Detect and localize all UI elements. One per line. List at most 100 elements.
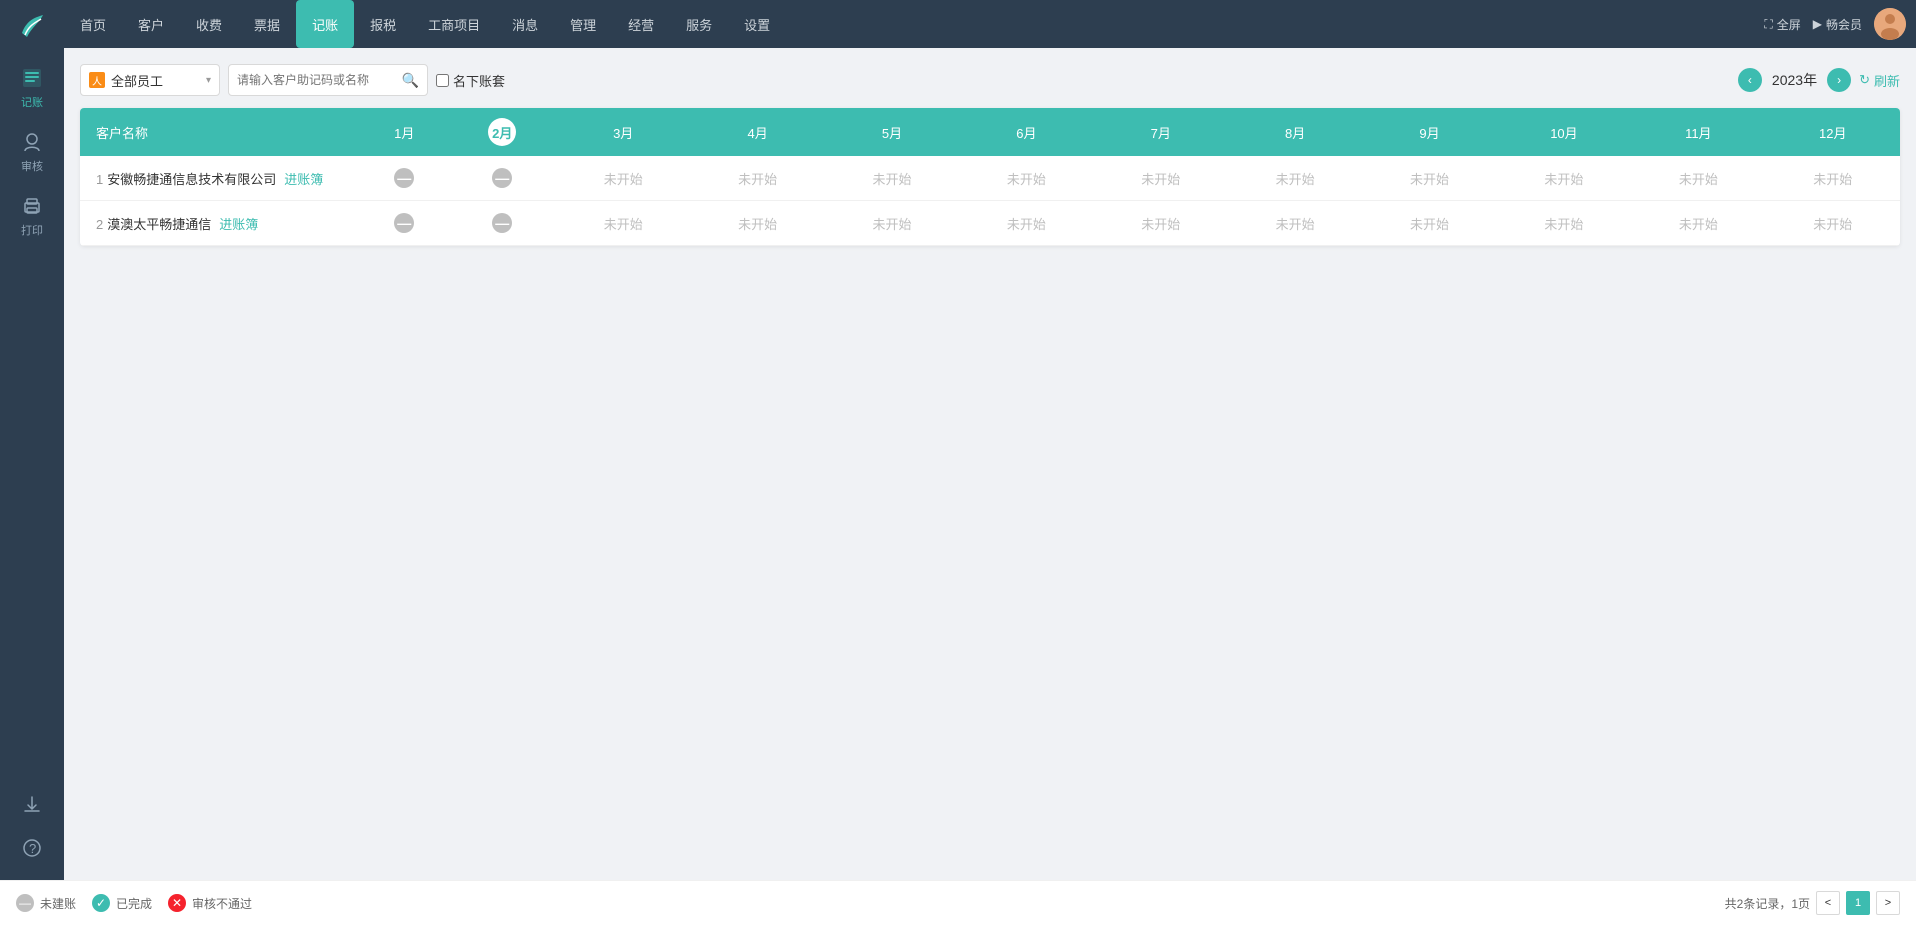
nav-item-经营[interactable]: 经营 xyxy=(612,0,670,48)
status-not-started: 未开始 xyxy=(1813,172,1852,187)
next-page-button[interactable]: > xyxy=(1876,891,1900,915)
main-layout: 记账 审核 打印 xyxy=(0,48,1916,880)
month-status-cell: 未开始 xyxy=(1094,156,1228,201)
refresh-label: 刷新 xyxy=(1874,71,1900,90)
status-dash-icon: — xyxy=(492,213,512,233)
prev-year-button[interactable]: ‹ xyxy=(1738,68,1762,92)
sidebar-label-audit: 审核 xyxy=(21,158,43,174)
nav-item-客户[interactable]: 客户 xyxy=(122,0,180,48)
nav-item-报税[interactable]: 报税 xyxy=(354,0,412,48)
user-avatar[interactable] xyxy=(1874,8,1906,40)
month-status-cell: 未开始 xyxy=(1228,156,1362,201)
month-status-cell: — xyxy=(360,201,449,246)
status-not-started: 未开始 xyxy=(1679,172,1718,187)
sidebar-item-ledger[interactable]: 记账 xyxy=(0,56,64,120)
top-navigation: 首页客户收费票据记账报税工商项目消息管理经营服务设置 ⛶ 全屏 ▶ 畅会员 xyxy=(0,0,1916,48)
legend-dot: ✓ xyxy=(92,894,110,912)
legend-label: 审核不通过 xyxy=(192,895,252,912)
search-icon[interactable]: 🔍 xyxy=(402,72,419,89)
month-status-cell: 未开始 xyxy=(1497,201,1631,246)
search-input[interactable] xyxy=(237,73,396,87)
my-accounts-label: 名下账套 xyxy=(453,71,505,90)
status-not-started: 未开始 xyxy=(1544,217,1583,232)
print-icon xyxy=(18,194,46,218)
status-not-started: 未开始 xyxy=(872,172,911,187)
table-row: 1安徽畅捷通信息技术有限公司进账簿——未开始未开始未开始未开始未开始未开始未开始… xyxy=(80,156,1900,201)
col-month-9月: 9月 xyxy=(1362,108,1496,156)
enter-book-link[interactable]: 进账簿 xyxy=(219,217,258,232)
prev-page-button[interactable]: < xyxy=(1816,891,1840,915)
help-icon: ? xyxy=(18,836,46,860)
month-status-cell: 未开始 xyxy=(825,201,959,246)
ledger-icon xyxy=(18,66,46,90)
sidebar-item-print[interactable]: 打印 xyxy=(0,184,64,248)
month-status-cell: 未开始 xyxy=(1631,156,1765,201)
next-year-button[interactable]: › xyxy=(1827,68,1851,92)
status-not-started: 未开始 xyxy=(738,172,777,187)
col-month-5月: 5月 xyxy=(825,108,959,156)
status-not-started: 未开始 xyxy=(1007,217,1046,232)
year-label: 2023年 xyxy=(1772,70,1817,90)
nav-item-收费[interactable]: 收费 xyxy=(180,0,238,48)
accounts-table-container: 客户名称1月2月3月4月5月6月7月8月9月10月11月12月 1安徽畅捷通信息… xyxy=(80,108,1900,246)
my-accounts-checkbox-wrap[interactable]: 名下账套 xyxy=(436,71,505,90)
month-status-cell: 未开始 xyxy=(1766,201,1900,246)
sidebar-item-download[interactable] xyxy=(0,782,64,826)
legend-dot: ✕ xyxy=(168,894,186,912)
nav-item-记账[interactable]: 记账 xyxy=(296,0,354,48)
status-not-started: 未开始 xyxy=(1679,217,1718,232)
col-customer-name: 客户名称 xyxy=(80,108,360,156)
month-status-cell: 未开始 xyxy=(825,156,959,201)
status-not-started: 未开始 xyxy=(1276,172,1315,187)
col-month-8月: 8月 xyxy=(1228,108,1362,156)
dropdown-arrow-icon: ▾ xyxy=(206,75,211,86)
month-status-cell: 未开始 xyxy=(1497,156,1631,201)
month-status-cell: 未开始 xyxy=(690,201,824,246)
month-status-cell: 未开始 xyxy=(556,201,690,246)
status-not-started: 未开始 xyxy=(604,217,643,232)
app-logo xyxy=(10,2,54,46)
nav-item-设置[interactable]: 设置 xyxy=(728,0,786,48)
employee-select[interactable]: 人 全部员工 ▾ xyxy=(80,64,220,96)
col-month-4月: 4月 xyxy=(690,108,824,156)
status-not-started: 未开始 xyxy=(1410,217,1449,232)
current-page-button[interactable]: 1 xyxy=(1846,891,1870,915)
month-status-cell: 未开始 xyxy=(1362,156,1496,201)
row-index: 1 xyxy=(96,172,103,187)
col-month-11月: 11月 xyxy=(1631,108,1765,156)
status-not-started: 未开始 xyxy=(1544,172,1583,187)
refresh-button[interactable]: ↻ 刷新 xyxy=(1859,71,1900,90)
status-not-started: 未开始 xyxy=(604,172,643,187)
nav-item-服务[interactable]: 服务 xyxy=(670,0,728,48)
nav-item-工商项目[interactable]: 工商项目 xyxy=(412,0,496,48)
fullscreen-button[interactable]: ⛶ 全屏 xyxy=(1764,16,1800,33)
fullscreen-label: 全屏 xyxy=(1777,16,1801,33)
sidebar: 记账 审核 打印 xyxy=(0,48,64,880)
legend-container: —未建账✓已完成✕审核不通过 xyxy=(16,894,252,912)
status-not-started: 未开始 xyxy=(1813,217,1852,232)
nav-item-首页[interactable]: 首页 xyxy=(64,0,122,48)
month-status-cell: — xyxy=(360,156,449,201)
nav-item-消息[interactable]: 消息 xyxy=(496,0,554,48)
total-records: 共2条记录，1页 xyxy=(1725,895,1810,912)
footer-right: 共2条记录，1页 < 1 > xyxy=(1725,891,1900,915)
status-dash-icon: — xyxy=(394,168,414,188)
year-navigation: ‹ 2023年 › xyxy=(1738,68,1851,92)
month-status-cell: 未开始 xyxy=(959,156,1093,201)
month-status-cell: 未开始 xyxy=(1766,156,1900,201)
my-accounts-checkbox[interactable] xyxy=(436,74,449,87)
col-month-1月: 1月 xyxy=(360,108,449,156)
sidebar-item-audit[interactable]: 审核 xyxy=(0,120,64,184)
month-status-cell: 未开始 xyxy=(959,201,1093,246)
nav-item-管理[interactable]: 管理 xyxy=(554,0,612,48)
status-not-started: 未开始 xyxy=(738,217,777,232)
legend-item-未建账: —未建账 xyxy=(16,894,76,912)
sidebar-label-ledger: 记账 xyxy=(21,94,43,110)
nav-item-票据[interactable]: 票据 xyxy=(238,0,296,48)
content-area: 人 全部员工 ▾ 🔍 名下账套 ‹ 2023年 › ↻ 刷新 xyxy=(64,48,1916,880)
table-header: 客户名称1月2月3月4月5月6月7月8月9月10月11月12月 xyxy=(80,108,1900,156)
status-not-started: 未开始 xyxy=(1141,217,1180,232)
vip-button[interactable]: ▶ 畅会员 xyxy=(1813,16,1862,33)
sidebar-item-help[interactable]: ? xyxy=(0,826,64,870)
enter-book-link[interactable]: 进账簿 xyxy=(284,172,323,187)
